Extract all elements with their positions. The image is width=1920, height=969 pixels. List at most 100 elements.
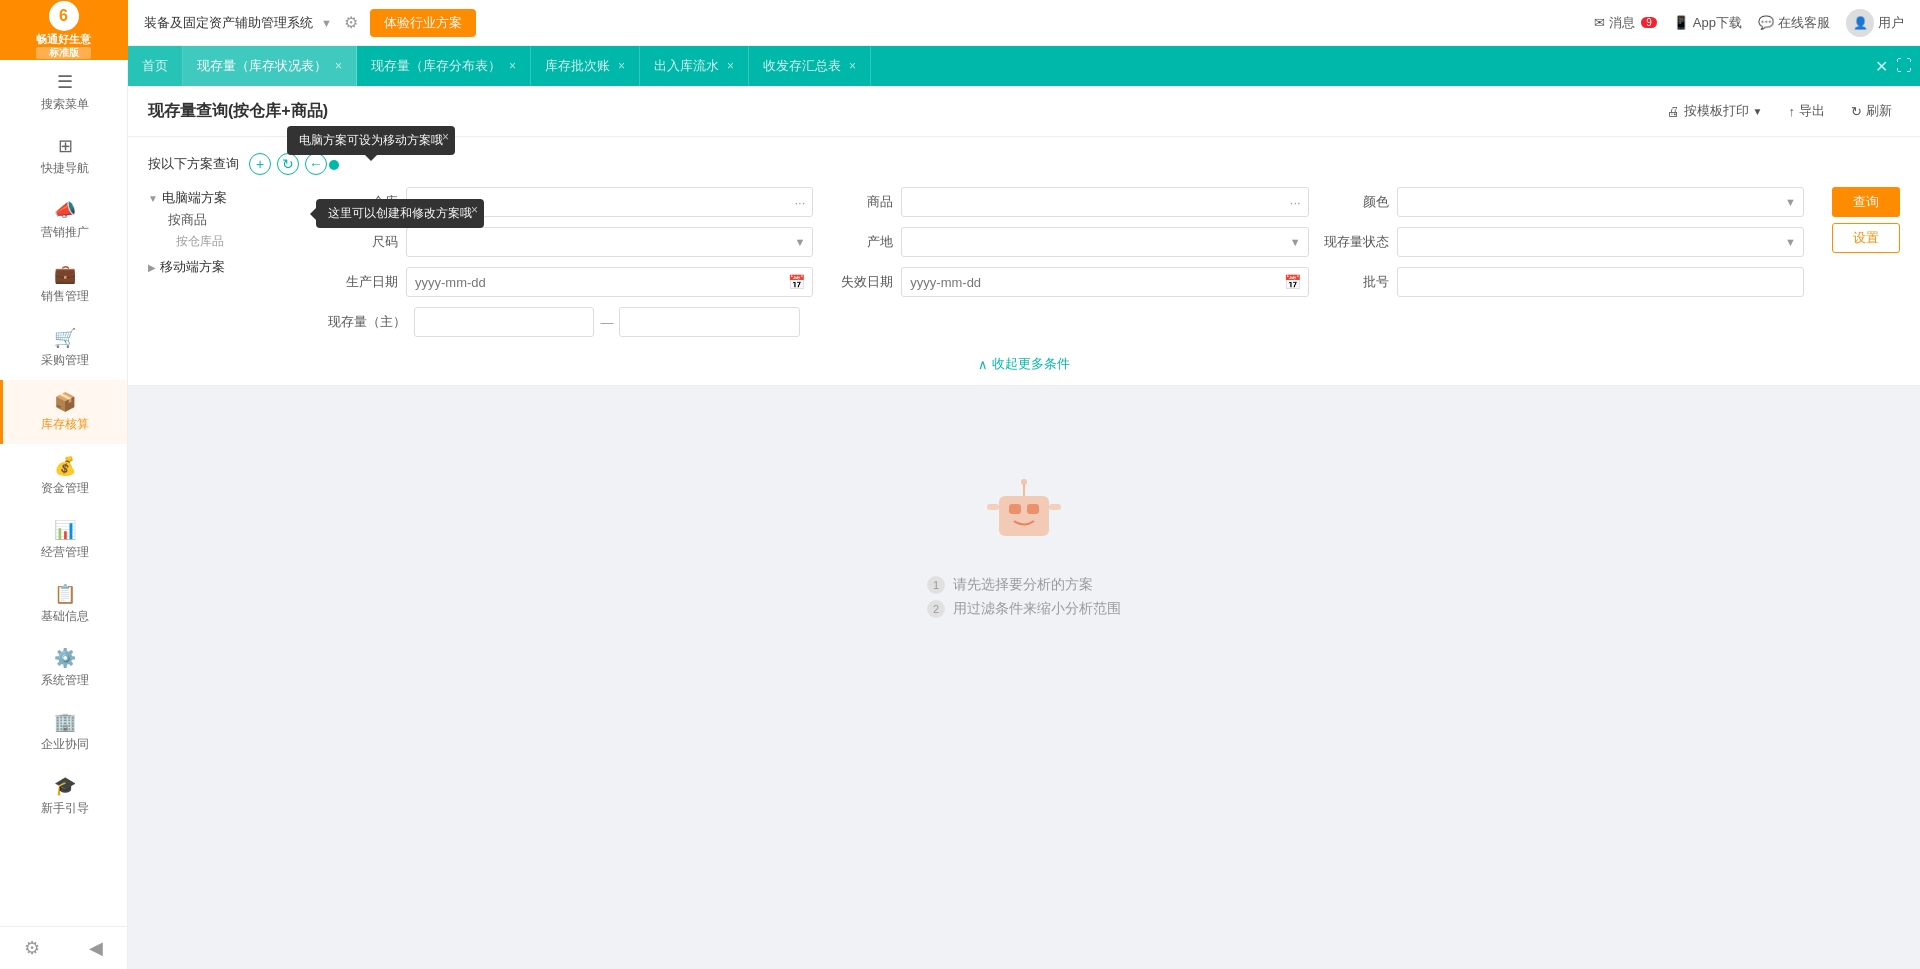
empty-step-2: 2 用过滤条件来缩小分析范围 [927, 600, 1121, 618]
batch-label: 批号 [1319, 273, 1389, 291]
size-select[interactable] [406, 227, 813, 257]
sidebar-item-label-quick: 快捷导航 [41, 160, 89, 177]
sidebar-collapse-btn[interactable]: ◀ [89, 937, 103, 959]
online-support-label: 在线客服 [1778, 14, 1830, 32]
export-btn[interactable]: ↑ 导出 [1781, 98, 1834, 124]
scheme-tooltip-close[interactable]: × [442, 130, 449, 144]
sidebar-item-guide[interactable]: 🎓 新手引导 [0, 764, 127, 828]
reset-btn[interactable]: 设置 [1832, 223, 1900, 253]
finance-icon: 💰 [54, 455, 76, 477]
mobile-group-label: 移动端方案 [160, 258, 225, 276]
produce-date-label: 生产日期 [328, 273, 398, 291]
mobile-group-arrow: ▶ [148, 262, 156, 273]
message-btn[interactable]: ✉ 消息 9 [1594, 14, 1657, 32]
filter-add-btn[interactable]: + [249, 153, 271, 175]
tab-stock-dist-close[interactable]: × [509, 60, 516, 72]
sidebar-item-basic[interactable]: 📋 基础信息 [0, 572, 127, 636]
origin-select[interactable] [901, 227, 1308, 257]
search-btn[interactable]: 查询 [1832, 187, 1900, 217]
filter-field-stock-status: 现存量状态 ▼ [1319, 227, 1804, 257]
topbar-settings-btn[interactable]: ⚙ [344, 13, 358, 32]
scheme-group-mobile-header[interactable]: ▶ 移动端方案 [148, 256, 308, 278]
tab-stock-status[interactable]: 现存量（库存状况表） × [183, 46, 357, 86]
produce-date-input[interactable] [406, 267, 813, 297]
goods-input-wrap: ··· [901, 187, 1308, 217]
sidebar-item-stock[interactable]: 📦 库存核算 [0, 380, 127, 444]
system-icon: ⚙️ [54, 647, 76, 669]
tab-inout-flow-close[interactable]: × [727, 60, 734, 72]
system-dropdown-btn[interactable]: ▼ [321, 17, 332, 29]
stock-status-label: 现存量状态 [1319, 233, 1389, 251]
marketing-icon: 📣 [54, 199, 76, 221]
filter-row-4: 现存量（主） — [328, 307, 1804, 337]
trial-btn[interactable]: 体验行业方案 [370, 9, 476, 37]
goods-dots[interactable]: ··· [1290, 195, 1301, 210]
stock-qty-min-input[interactable] [414, 307, 594, 337]
edit-scheme-tooltip-close[interactable]: × [471, 203, 478, 217]
scheme-item-by-warehouse[interactable]: 按仓库品 [148, 231, 308, 252]
collapse-btn[interactable]: ∧ 收起更多条件 [978, 355, 1070, 373]
scheme-group-desktop-header[interactable]: ▼ 电脑端方案 [148, 187, 308, 209]
edit-scheme-tooltip: 这里可以创建和修改方案哦 × [316, 199, 484, 228]
refresh-label: 刷新 [1866, 102, 1892, 120]
filter-refresh-btn[interactable]: ↻ [277, 153, 299, 175]
filter-field-expire-date: 失效日期 📅 [823, 267, 1308, 297]
filter-row-1: 仓库 ··· 商品 ··· 颜色 [328, 187, 1804, 217]
sidebar-item-system[interactable]: ⚙️ 系统管理 [0, 636, 127, 700]
purchase-icon: 🛒 [54, 327, 76, 349]
expire-date-input[interactable] [901, 267, 1308, 297]
produce-date-calendar-icon[interactable]: 📅 [788, 274, 805, 290]
filter-field-stock-qty: 现存量（主） — [328, 307, 815, 337]
expire-date-calendar-icon[interactable]: 📅 [1284, 274, 1301, 290]
online-support-btn[interactable]: 💬 在线客服 [1758, 14, 1830, 32]
tab-stock-dist[interactable]: 现存量（库存分布表） × [357, 46, 531, 86]
app-logo[interactable]: 6 畅通好生意 标准版 [0, 0, 128, 60]
sidebar-item-enterprise[interactable]: 🏢 企业协同 [0, 700, 127, 764]
tabbar-right: ✕ ⛶ [1875, 57, 1920, 76]
color-select[interactable] [1397, 187, 1804, 217]
sidebar-settings-btn[interactable]: ⚙ [24, 937, 40, 959]
app-download-btn[interactable]: 📱 App下载 [1673, 14, 1742, 32]
sidebar-item-quick-nav[interactable]: ⊞ 快捷导航 [0, 124, 127, 188]
filter-arrow-btn[interactable]: ← [305, 153, 327, 175]
tab-close-all-btn[interactable]: ✕ [1875, 57, 1888, 76]
batch-input-wrap [1397, 267, 1804, 297]
stock-status-input-wrap: ▼ [1397, 227, 1804, 257]
stock-status-select[interactable] [1397, 227, 1804, 257]
sidebar-item-sales[interactable]: 💼 销售管理 [0, 252, 127, 316]
tab-recv-summary-close[interactable]: × [849, 60, 856, 72]
tab-maximize-btn[interactable]: ⛶ [1896, 57, 1912, 75]
sidebar-item-marketing[interactable]: 📣 营销推广 [0, 188, 127, 252]
tab-stock-batch-close[interactable]: × [618, 60, 625, 72]
print-icon: 🖨 [1667, 104, 1680, 119]
print-btn[interactable]: 🖨 按模板打印 ▼ [1659, 98, 1771, 124]
scheme-tooltip: 电脑方案可设为移动方案哦 × [287, 126, 455, 155]
tab-stock-batch[interactable]: 库存批次账 × [531, 46, 640, 86]
goods-input[interactable] [901, 187, 1308, 217]
sidebar-item-operation[interactable]: 📊 经营管理 [0, 508, 127, 572]
user-btn[interactable]: 👤 用户 [1846, 9, 1904, 37]
filter-actions: ∧ 收起更多条件 [148, 355, 1900, 373]
tab-stock-status-close[interactable]: × [335, 60, 342, 72]
warehouse-dots[interactable]: ··· [794, 195, 805, 210]
sidebar-item-finance[interactable]: 💰 资金管理 [0, 444, 127, 508]
sidebar-item-label-search: 搜索菜单 [41, 96, 89, 113]
size-input-wrap: ▼ [406, 227, 813, 257]
sidebar-nav: ☰ 搜索菜单 ⊞ 快捷导航 📣 营销推广 💼 销售管理 🛒 采购管理 📦 库存核… [0, 60, 127, 926]
refresh-icon: ↻ [1851, 104, 1862, 119]
filter-field-color: 颜色 ▼ [1319, 187, 1804, 217]
refresh-btn[interactable]: ↻ 刷新 [1843, 98, 1900, 124]
guide-icon: 🎓 [54, 775, 76, 797]
sidebar-item-purchase[interactable]: 🛒 采购管理 [0, 316, 127, 380]
sidebar-item-search-menu[interactable]: ☰ 搜索菜单 [0, 60, 127, 124]
sidebar: 6 畅通好生意 标准版 ☰ 搜索菜单 ⊞ 快捷导航 📣 营销推广 💼 销售管理 … [0, 0, 128, 969]
tab-recv-summary[interactable]: 收发存汇总表 × [749, 46, 871, 86]
scheme-item-by-goods[interactable]: 按商品 [148, 209, 308, 231]
stock-qty-max-input[interactable] [619, 307, 799, 337]
sidebar-item-label-finance: 资金管理 [41, 480, 89, 497]
tab-home[interactable]: 首页 [128, 46, 183, 86]
tab-inout-flow[interactable]: 出入库流水 × [640, 46, 749, 86]
batch-input[interactable] [1397, 267, 1804, 297]
scheme-tree-panel: 这里可以创建和修改方案哦 × ▼ 电脑端方案 按商品 按仓库品 [148, 187, 308, 282]
filter-row-3: 生产日期 📅 失效日期 📅 批号 [328, 267, 1804, 297]
